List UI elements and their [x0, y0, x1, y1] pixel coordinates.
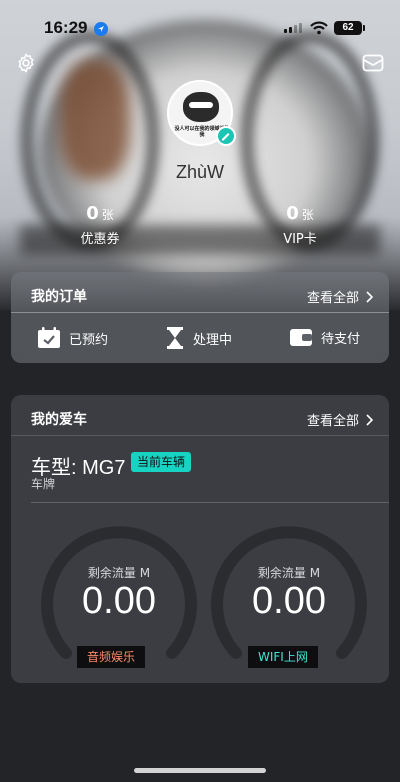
status-time: 16:29 — [44, 18, 88, 37]
message-mail-icon[interactable] — [362, 54, 384, 72]
orders-title: 我的订单 — [31, 289, 87, 305]
status-bar: 16:29 62 — [0, 0, 400, 54]
gauge-value: 0.00 — [252, 580, 326, 622]
order-status-processing-label: 处理中 — [193, 332, 233, 348]
location-icon — [94, 22, 108, 36]
gauge-label: 剩余流量 M — [87, 566, 151, 580]
current-vehicle-badge: 当前车辆 — [131, 452, 192, 472]
divider — [11, 312, 389, 313]
chevron-right-icon — [366, 290, 373, 303]
audio-data-gauge: 剩余流量 M 0.00 音频娱乐 — [39, 520, 199, 680]
gauge-value: 0.00 — [82, 580, 156, 622]
my-car-card: 我的爱车 查看全部 车型: MG7 当前车辆 车牌 剩余流量 M 0.00 音频… — [11, 395, 389, 683]
vip-card-label: VIP卡 — [283, 232, 317, 247]
chevron-right-icon — [366, 413, 373, 426]
orders-view-all-link[interactable]: 查看全部 — [307, 287, 373, 306]
divider — [31, 502, 389, 503]
coupon-stat[interactable]: 0张 优惠券 — [40, 203, 160, 247]
audio-entertainment-button[interactable]: 音频娱乐 — [77, 646, 146, 668]
order-status-unpaid-label: 待支付 — [321, 331, 361, 347]
vip-card-unit: 张 — [301, 208, 314, 222]
coupon-label: 优惠券 — [80, 232, 120, 247]
coupon-unit: 张 — [101, 208, 114, 222]
order-status-unpaid[interactable]: 待支付 — [289, 327, 360, 347]
hourglass-icon — [167, 327, 183, 349]
edit-avatar-icon[interactable] — [216, 126, 236, 146]
settings-gear-icon[interactable] — [15, 52, 37, 74]
order-status-booked[interactable]: 已预约 — [37, 327, 108, 349]
coupon-count: 0 — [86, 203, 99, 224]
wifi-internet-button[interactable]: WIFI上网 — [248, 646, 318, 668]
battery-indicator: 62 — [334, 21, 365, 35]
car-view-all-label: 查看全部 — [306, 414, 359, 429]
orders-view-all-label: 查看全部 — [306, 291, 359, 306]
car-plate: 车牌 — [31, 477, 56, 491]
order-status-booked-label: 已预约 — [69, 332, 109, 348]
username: ZhùW — [175, 162, 224, 182]
vip-card-stat[interactable]: 0张 VIP卡 — [240, 203, 360, 247]
home-indicator — [134, 768, 266, 773]
wifi-data-gauge: 剩余流量 M 0.00 WIFI上网 — [209, 520, 369, 680]
my-orders-card: 我的订单 查看全部 已预约 处理中 待支付 — [11, 272, 389, 363]
vip-card-count: 0 — [286, 203, 299, 224]
car-title: 我的爱车 — [31, 412, 87, 428]
order-status-processing[interactable]: 处理中 — [165, 327, 232, 349]
gauge-label: 剩余流量 M — [257, 566, 321, 580]
car-view-all-link[interactable]: 查看全部 — [307, 410, 373, 429]
wallet-icon — [290, 329, 312, 346]
cellular-signal-icon — [284, 23, 302, 33]
wifi-icon — [310, 20, 328, 39]
divider — [11, 435, 389, 436]
calendar-check-icon — [38, 327, 60, 348]
